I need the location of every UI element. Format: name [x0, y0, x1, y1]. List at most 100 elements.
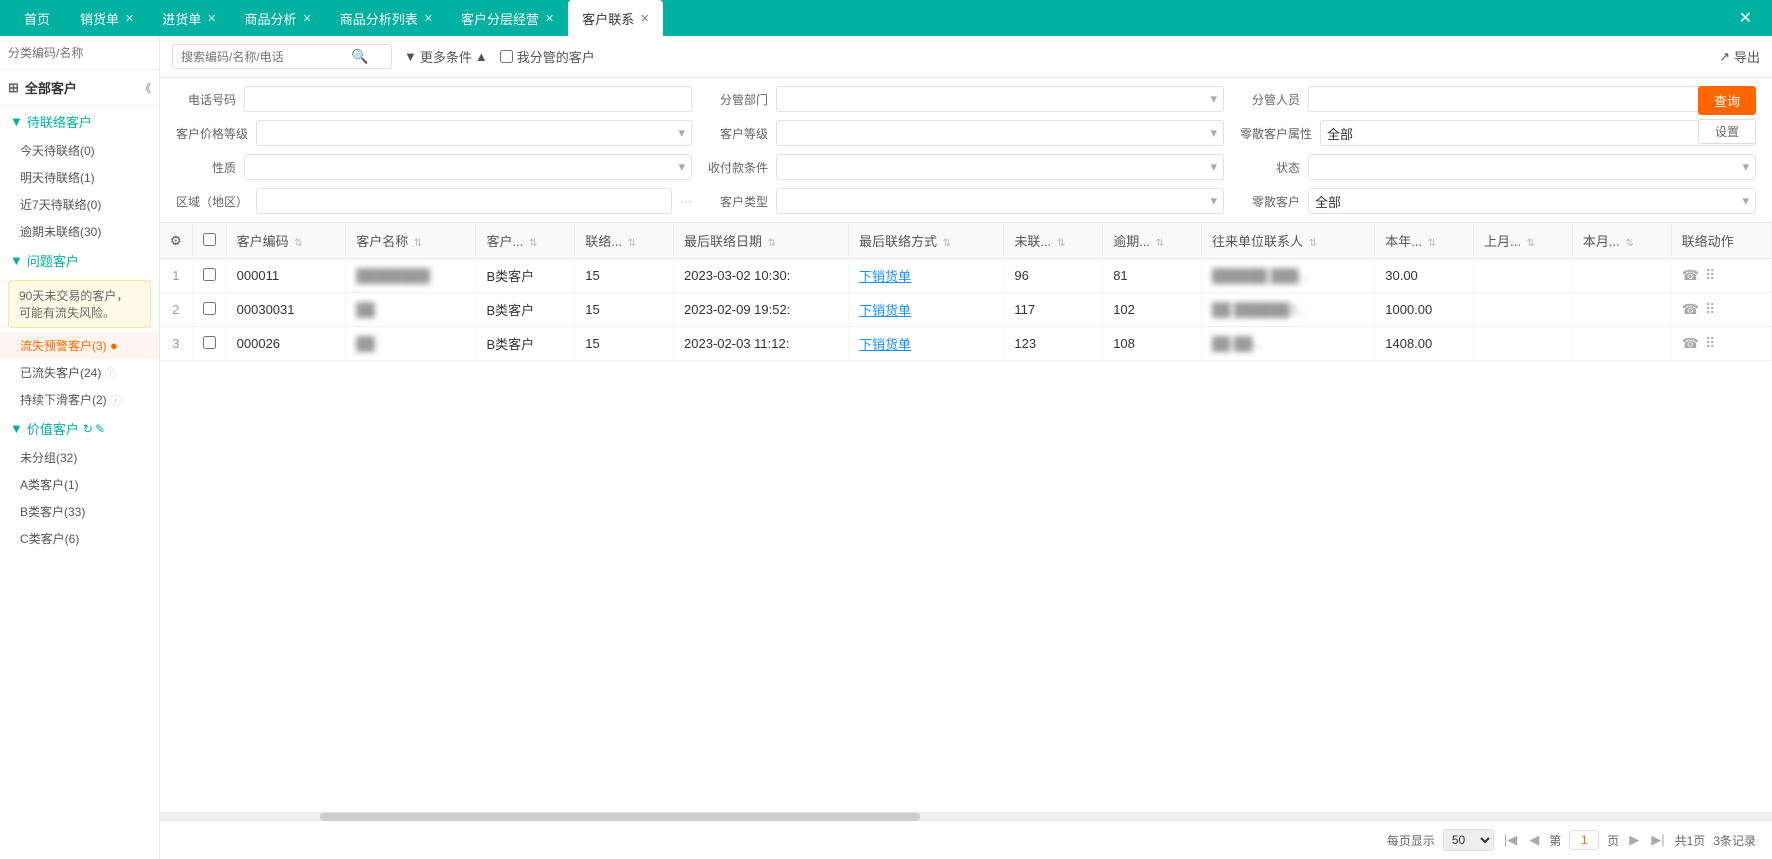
sort-method-icon: ⇅	[943, 238, 951, 249]
nature-select[interactable]: ▾	[244, 154, 692, 180]
col-this-month[interactable]: 本月... ⇅	[1572, 223, 1671, 259]
nav-tab-sales[interactable]: 销货单 ✕	[66, 0, 148, 36]
col-type[interactable]: 客户... ⇅	[476, 223, 575, 259]
sidebar-item-today[interactable]: 今天待联络(0)	[0, 137, 159, 164]
row-thismonth-2	[1572, 293, 1671, 327]
customer-type-label: 客户类型	[708, 193, 768, 210]
sidebar-group-pending[interactable]: ▼ 待联络客户	[0, 106, 159, 137]
sidebar-item-ungrouped[interactable]: 未分组(32)	[0, 444, 159, 471]
more-conditions-label: 更多条件	[420, 47, 472, 66]
sort-year-icon: ⇅	[1428, 238, 1436, 249]
per-page-select[interactable]: 50 20 100	[1443, 829, 1494, 851]
sidebar-item-declining[interactable]: 持续下滑客户(2) ⓘ	[0, 386, 159, 413]
row-method-link-2[interactable]: 下销货单	[859, 303, 911, 318]
customer-type-select[interactable]: ▾	[776, 188, 1224, 214]
close-customer-tier-icon[interactable]: ✕	[545, 12, 554, 25]
retail-select[interactable]: 全部 ▾	[1308, 188, 1756, 214]
nav-tab-purchase[interactable]: 进货单 ✕	[148, 0, 230, 36]
sort-overdue-icon: ⇅	[1156, 238, 1164, 249]
scrollbar-thumb[interactable]	[320, 813, 920, 821]
price-grade-select[interactable]: ▾	[256, 120, 692, 146]
region-more-icon[interactable]: ···	[680, 194, 692, 208]
retail-attr-select[interactable]: 全部 ▾	[1320, 120, 1756, 146]
col-contact[interactable]: 联络... ⇅	[575, 223, 674, 259]
col-last-contact-date[interactable]: 最后联络日期 ⇅	[674, 223, 849, 259]
close-customer-contact-icon[interactable]: ✕	[640, 12, 649, 25]
nav-tab-goods-analysis[interactable]: 商品分析 ✕	[230, 0, 325, 36]
col-name[interactable]: 客户名称 ⇅	[346, 223, 476, 259]
row-checkbox-3[interactable]	[203, 336, 216, 349]
row-checkbox-2[interactable]	[203, 302, 216, 315]
query-button[interactable]: 查询	[1698, 86, 1756, 115]
settings-button[interactable]: 设置	[1698, 119, 1756, 144]
phone-action-icon-3[interactable]: ☎	[1682, 335, 1699, 352]
row-method-link-3[interactable]: 下销货单	[859, 337, 911, 352]
close-goods-list-icon[interactable]: ✕	[424, 12, 433, 25]
col-last-month[interactable]: 上月... ⇅	[1474, 223, 1573, 259]
col-last-contact-method[interactable]: 最后联络方式 ⇅	[849, 223, 1004, 259]
sidebar-all-customers[interactable]: ⊞ 全部客户 《	[0, 70, 159, 106]
sidebar-item-churn-warning[interactable]: 流失预警客户(3) ●	[0, 332, 159, 359]
row-contact-1: 15	[575, 259, 674, 293]
row-checkbox-1[interactable]	[203, 268, 216, 281]
sidebar-search-input[interactable]	[8, 46, 160, 60]
my-customers-checkbox[interactable]	[500, 50, 513, 63]
col-overdue[interactable]: 逾期... ⇅	[1103, 223, 1202, 259]
status-select[interactable]: ▾	[1308, 154, 1756, 180]
more-action-icon-2[interactable]: ⠿	[1705, 301, 1715, 318]
filter-row-price-grade: 客户价格等级 ▾	[176, 120, 692, 146]
phone-action-icon-1[interactable]: ☎	[1682, 267, 1699, 284]
row-lastmonth-2	[1474, 293, 1573, 327]
more-action-icon-1[interactable]: ⠿	[1705, 267, 1715, 284]
close-goods-analysis-icon[interactable]: ✕	[303, 12, 312, 25]
customer-grade-select[interactable]: ▾	[776, 120, 1224, 146]
refresh-value-icon[interactable]: ↻	[83, 422, 93, 436]
next-page-button[interactable]: ▶	[1627, 832, 1641, 848]
sidebar-group-problem[interactable]: ▼ 问题客户	[0, 245, 159, 276]
sidebar-group-value[interactable]: ▼ 价值客户 ↻ ✎	[0, 413, 159, 444]
manager-select[interactable]	[1308, 86, 1736, 112]
sidebar-item-class-c[interactable]: C类客户(6)	[0, 525, 159, 552]
close-purchase-icon[interactable]: ✕	[207, 12, 216, 25]
sidebar-item-class-a[interactable]: A类客户(1)	[0, 471, 159, 498]
nav-tab-goods-list[interactable]: 商品分析列表 ✕	[326, 0, 447, 36]
sidebar-item-churned[interactable]: 已流失客户(24) ⓘ	[0, 359, 159, 386]
close-sales-icon[interactable]: ✕	[125, 12, 134, 25]
row-date-1: 2023-03-02 10:30:	[674, 259, 849, 293]
phone-action-icon-2[interactable]: ☎	[1682, 301, 1699, 318]
row-action-3: ☎ ⠿	[1671, 327, 1771, 361]
region-select[interactable]	[256, 188, 672, 214]
action-buttons: 查询 设置	[1698, 86, 1756, 144]
nav-tab-home[interactable]: 首页	[8, 0, 66, 36]
value-group-label: 价值客户	[27, 419, 79, 438]
page-number-input[interactable]	[1569, 830, 1599, 850]
horizontal-scrollbar[interactable]	[160, 812, 1772, 820]
col-not-contacted[interactable]: 未联... ⇅	[1004, 223, 1103, 259]
search-input[interactable]	[181, 50, 351, 64]
sidebar-item-class-b[interactable]: B类客户(33)	[0, 498, 159, 525]
nav-tab-customer-tier[interactable]: 客户分层经营 ✕	[447, 0, 568, 36]
more-action-icon-3[interactable]: ⠿	[1705, 335, 1715, 352]
select-all-checkbox[interactable]	[203, 233, 216, 246]
edit-value-icon[interactable]: ✎	[95, 422, 105, 436]
phone-input[interactable]	[244, 86, 692, 112]
col-settings[interactable]: ⚙	[160, 223, 192, 259]
sidebar-item-7days[interactable]: 近7天待联络(0)	[0, 191, 159, 218]
sidebar-item-overdue[interactable]: 逾期未联络(30)	[0, 218, 159, 245]
nav-tab-customer-contact[interactable]: 客户联系 ✕	[568, 0, 663, 36]
col-this-year[interactable]: 本年... ⇅	[1375, 223, 1474, 259]
sidebar-item-tomorrow[interactable]: 明天待联络(1)	[0, 164, 159, 191]
col-unit-contact[interactable]: 往来单位联系人 ⇅	[1201, 223, 1374, 259]
export-button[interactable]: ↗ 导出	[1719, 47, 1760, 66]
window-close-button[interactable]: ✕	[1727, 8, 1764, 28]
prev-page-button[interactable]: ◀	[1527, 832, 1541, 848]
more-conditions-toggle[interactable]: ▼ 更多条件 ▲	[404, 47, 488, 66]
dept-select[interactable]: ▾	[776, 86, 1224, 112]
row-method-link-1[interactable]: 下销货单	[859, 269, 911, 284]
col-code[interactable]: 客户编码 ⇅	[226, 223, 346, 259]
last-page-button[interactable]: ▶|	[1649, 832, 1666, 848]
payment-select[interactable]: ▾	[776, 154, 1224, 180]
first-page-button[interactable]: |◀	[1502, 832, 1519, 848]
search-button-icon[interactable]: 🔍	[351, 48, 368, 65]
collapse-icon[interactable]: 《	[140, 80, 151, 96]
